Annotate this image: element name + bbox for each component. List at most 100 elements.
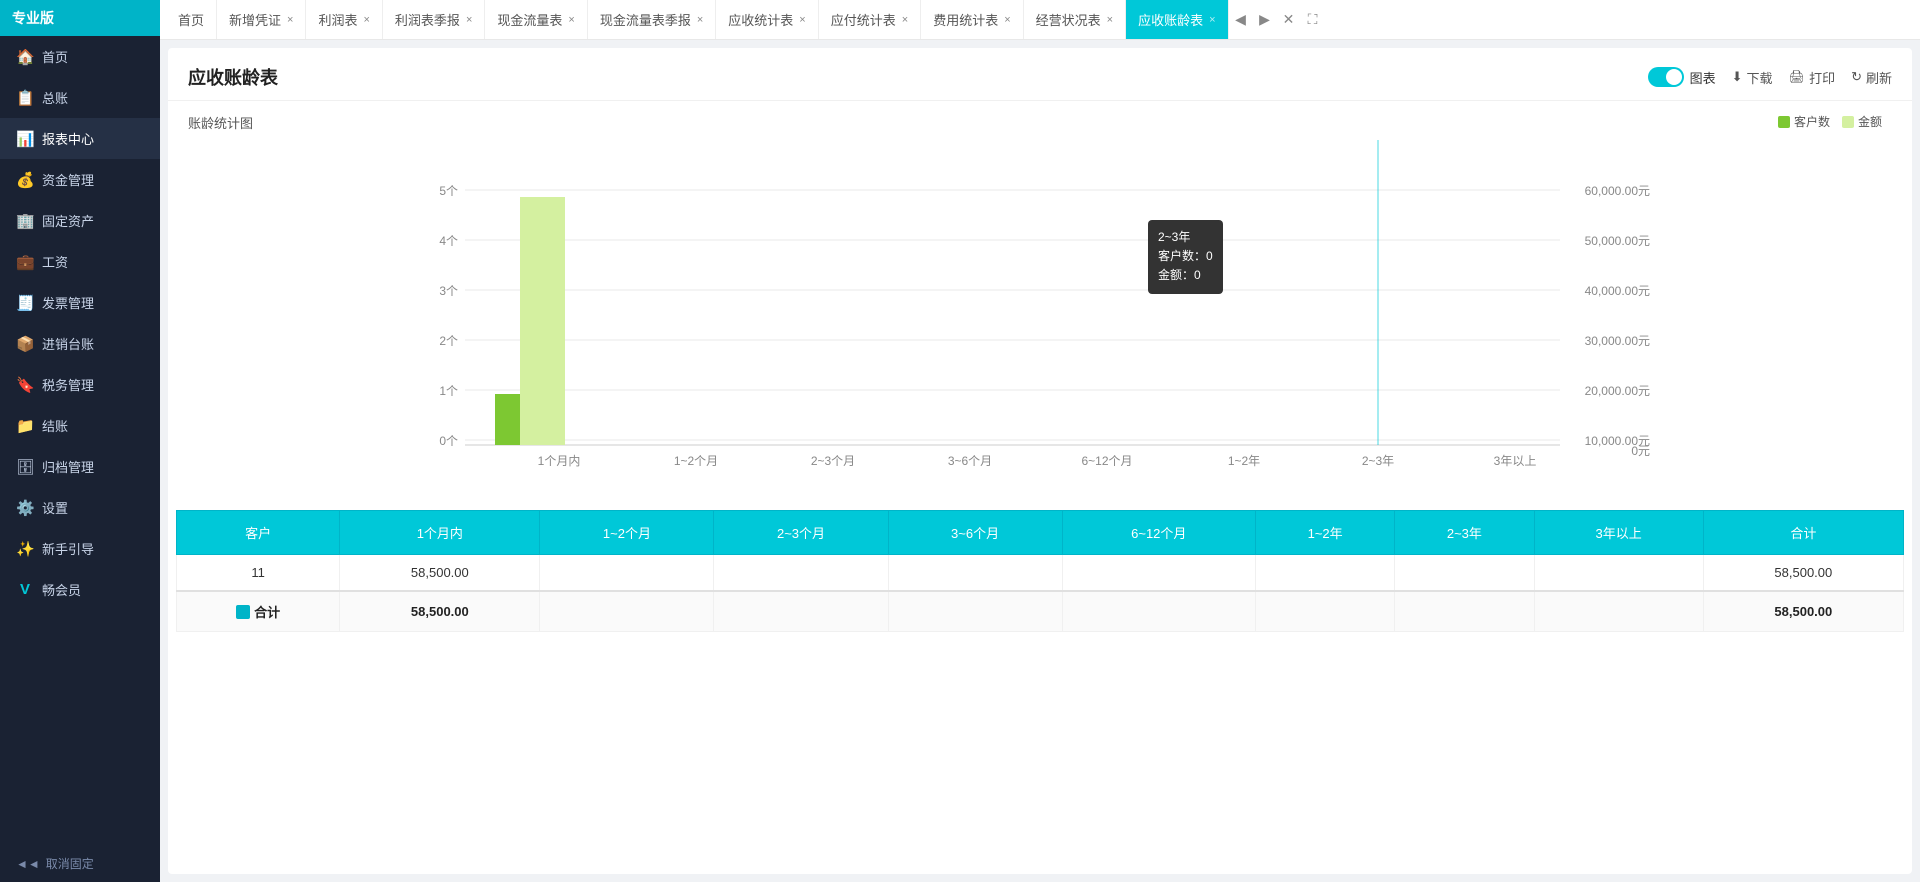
sidebar-item-label: 结账 [42, 416, 68, 435]
svg-text:1~2个月: 1~2个月 [674, 454, 718, 468]
tab-bar: 首页 新增凭证 × 利润表 × 利润表季报 × 现金流量表 × 现金流量表季报 … [160, 0, 1920, 40]
refresh-icon: ↻ [1851, 69, 1862, 85]
ledger-icon: 📋 [16, 89, 34, 107]
close-tab-ar-aging[interactable]: × [1209, 14, 1215, 26]
unpin-sidebar[interactable]: ◄◄ 取消固定 [0, 845, 160, 882]
close-tab-voucher[interactable]: × [287, 14, 293, 26]
tab-next-btn[interactable]: ▶ [1253, 0, 1277, 40]
sidebar-item-purchase[interactable]: 📦 进销台账 [0, 323, 160, 364]
sidebar-item-label: 报表中心 [42, 129, 94, 148]
tab-prev-btn[interactable]: ◀ [1229, 0, 1253, 40]
total-m1: 58,500.00 [340, 591, 540, 632]
sidebar-item-label: 首页 [42, 47, 68, 66]
close-tab-profit[interactable]: × [363, 14, 369, 26]
tab-ar-aging[interactable]: 应收账龄表 × [1126, 0, 1228, 40]
svg-text:2~3个月: 2~3个月 [811, 454, 855, 468]
archive-icon: 🗄 [16, 458, 34, 476]
cell-m6-12 [1062, 555, 1255, 592]
close-tab-cashflow-quarterly[interactable]: × [697, 14, 703, 26]
close-tab-biz-status[interactable]: × [1107, 14, 1113, 26]
toggle-label: 图表 [1690, 68, 1716, 87]
chart-legend: 客户数 金额 [1778, 113, 1882, 130]
total-y2-3 [1395, 591, 1534, 632]
tab-ap-stats[interactable]: 应付统计表 × [819, 0, 921, 40]
sidebar-item-label: 畅会员 [42, 580, 81, 599]
chart-area: 账龄统计图 客户数 金额 5个 4个 3个 2个 1个 [168, 101, 1912, 510]
sidebar-item-label: 进销台账 [42, 334, 94, 353]
sidebar-item-closing[interactable]: 📁 结账 [0, 405, 160, 446]
cell-m1-2 [540, 555, 714, 592]
aging-table: 客户 1个月内 1~2个月 2~3个月 3~6个月 6~12个月 1~2年 2~… [176, 510, 1904, 632]
tab-cashflow-quarterly[interactable]: 现金流量表季报 × [588, 0, 716, 40]
download-btn[interactable]: ⬇ 下载 [1732, 68, 1773, 87]
sidebar-item-assets[interactable]: 🏢 固定资产 [0, 200, 160, 241]
col-y3plus: 3年以上 [1534, 511, 1703, 555]
refresh-label: 刷新 [1866, 68, 1892, 87]
total-label-cell: 合计 [177, 591, 340, 632]
vip-icon: V [16, 581, 34, 598]
page-header: 应收账龄表 图表 ⬇ 下载 🖨 打印 ↻ 刷新 [168, 48, 1912, 101]
tab-expense-stats[interactable]: 费用统计表 × [921, 0, 1023, 40]
svg-text:3年以上: 3年以上 [1494, 454, 1537, 468]
sidebar-item-guide[interactable]: ✨ 新手引导 [0, 528, 160, 569]
sidebar-item-label: 资金管理 [42, 170, 94, 189]
refresh-btn[interactable]: ↻ 刷新 [1851, 68, 1892, 87]
print-icon: 🖨 [1789, 69, 1806, 85]
print-label: 打印 [1809, 68, 1835, 87]
sidebar-item-settings[interactable]: ⚙️ 设置 [0, 487, 160, 528]
print-btn[interactable]: 🖨 打印 [1789, 68, 1836, 87]
chart-svg: 5个 4个 3个 2个 1个 0个 60,000.00元 50,000.00元 … [188, 140, 1892, 510]
tab-profit[interactable]: 利润表 × [306, 0, 382, 40]
col-m2-3: 2~3个月 [714, 511, 888, 555]
tab-biz-status-label: 经营状况表 [1036, 10, 1101, 29]
close-tab-cashflow[interactable]: × [568, 14, 574, 26]
tab-ar-stats-label: 应收统计表 [728, 10, 793, 29]
tab-home-label: 首页 [178, 10, 204, 29]
sidebar-item-ledger[interactable]: 📋 总账 [0, 77, 160, 118]
sidebar-item-archive[interactable]: 🗄 归档管理 [0, 446, 160, 487]
sidebar-item-vip[interactable]: V 畅会员 [0, 569, 160, 610]
total-m3-6 [888, 591, 1062, 632]
payroll-icon: 💼 [16, 253, 34, 271]
tab-profit-quarterly[interactable]: 利润表季报 × [383, 0, 485, 40]
tab-voucher-label: 新增凭证 [229, 10, 281, 29]
sidebar-item-payroll[interactable]: 💼 工资 [0, 241, 160, 282]
bar-amount-0[interactable] [520, 197, 565, 445]
toggle-switch-control[interactable] [1648, 67, 1684, 87]
tab-fullscreen-btn[interactable]: ⛶ [1301, 0, 1325, 40]
close-tab-expense-stats[interactable]: × [1004, 14, 1010, 26]
sidebar-item-label: 工资 [42, 252, 68, 271]
sidebar-item-label: 归档管理 [42, 457, 94, 476]
table-area: 客户 1个月内 1~2个月 2~3个月 3~6个月 6~12个月 1~2年 2~… [176, 510, 1904, 632]
svg-text:50,000.00元: 50,000.00元 [1585, 234, 1650, 248]
legend-amount: 金额 [1842, 113, 1882, 130]
tab-voucher[interactable]: 新增凭证 × [217, 0, 306, 40]
chart-toggle[interactable]: 图表 [1648, 67, 1716, 87]
tab-home[interactable]: 首页 [166, 0, 217, 40]
sidebar-item-tax[interactable]: 🔖 税务管理 [0, 364, 160, 405]
sidebar-item-label: 固定资产 [42, 211, 94, 230]
sidebar-item-invoice[interactable]: 🧾 发票管理 [0, 282, 160, 323]
tab-close-all-btn[interactable]: ✕ [1277, 0, 1301, 40]
total-label-container: 合计 [185, 602, 331, 621]
tab-biz-status[interactable]: 经营状况表 × [1024, 0, 1126, 40]
tab-cashflow[interactable]: 现金流量表 × [485, 0, 587, 40]
close-tab-ar-stats[interactable]: × [799, 14, 805, 26]
sidebar-item-funds[interactable]: 💰 资金管理 [0, 159, 160, 200]
close-tab-ap-stats[interactable]: × [902, 14, 908, 26]
sidebar-item-home[interactable]: 🏠 首页 [0, 36, 160, 77]
svg-text:1~2年: 1~2年 [1228, 454, 1260, 468]
svg-text:0个: 0个 [439, 434, 458, 448]
legend-customers-color [1778, 116, 1790, 128]
guide-icon: ✨ [16, 540, 34, 558]
bar-customers-0[interactable] [495, 394, 520, 445]
svg-text:2个: 2个 [439, 334, 458, 348]
sidebar-item-reports[interactable]: 📊 报表中心 [0, 118, 160, 159]
tab-profit-label: 利润表 [318, 10, 357, 29]
tab-ar-stats[interactable]: 应收统计表 × [716, 0, 818, 40]
close-tab-profit-quarterly[interactable]: × [466, 14, 472, 26]
col-m1: 1个月内 [340, 511, 540, 555]
total-total: 58,500.00 [1703, 591, 1903, 632]
unpin-icon: ◄◄ [16, 857, 40, 871]
table-row: 11 58,500.00 58,500.00 [177, 555, 1904, 592]
